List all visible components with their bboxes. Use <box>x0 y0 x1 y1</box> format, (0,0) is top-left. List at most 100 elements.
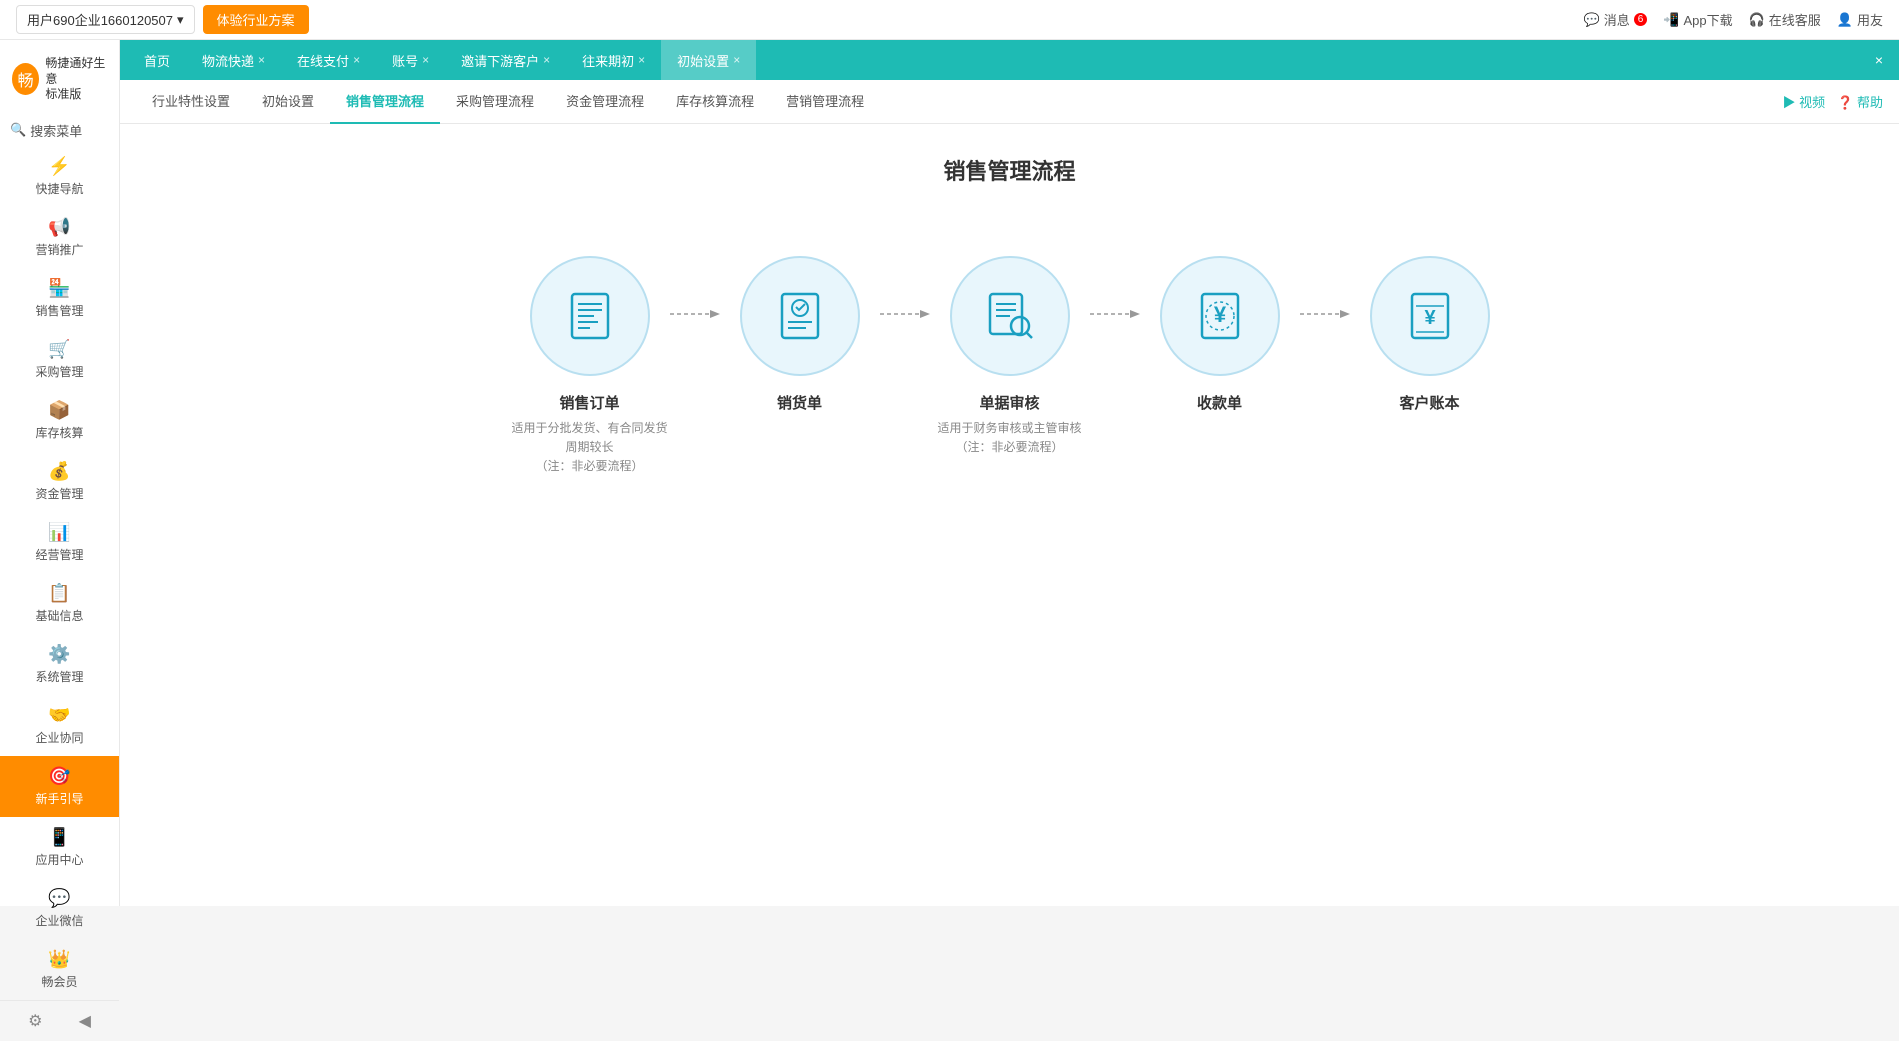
flow-circle-customer-ledger: ¥ <box>1370 256 1490 376</box>
tab-logistics-close[interactable]: × <box>258 53 265 67</box>
sub-tab-sales-flow[interactable]: 销售管理流程 <box>330 80 440 124</box>
logo-text: 畅捷通好生意 标准版 <box>45 56 107 103</box>
sidebar-bottom: ⚙ ◀ <box>0 1000 119 1041</box>
message-icon: 💬 <box>1584 12 1600 28</box>
sidebar-item-label: 系统管理 <box>35 668 83 685</box>
tab-initial-setup-close[interactable]: × <box>733 53 740 67</box>
flow-arrow-4 <box>1300 256 1350 324</box>
flow-label-customer-ledger: 客户账本 <box>1399 392 1459 413</box>
svg-text:¥: ¥ <box>1213 302 1226 327</box>
sidebar-item-enterprise-wechat[interactable]: 💬 企业微信 <box>0 878 119 939</box>
sidebar-item-label: 企业协同 <box>35 729 83 746</box>
flow-desc-document-review: 适用于财务审核或主管审核（注：非必要流程） <box>937 419 1081 457</box>
sidebar-item-newbie-guide[interactable]: 🎯 新手引导 <box>0 756 119 817</box>
tab-account-label: 账号 <box>392 51 418 70</box>
sidebar-item-label: 基础信息 <box>35 607 83 624</box>
tab-logistics[interactable]: 物流快递 × <box>186 40 281 80</box>
sub-tab-industry-settings[interactable]: 行业特性设置 <box>136 80 246 124</box>
flow-item-sales-order[interactable]: 销售订单 适用于分批发货、有合同发货周期较长（注：非必要流程） <box>510 256 670 477</box>
flow-item-document-review[interactable]: 单据审核 适用于财务审核或主管审核（注：非必要流程） <box>930 256 1090 457</box>
sub-tab-capital-flow[interactable]: 资金管理流程 <box>550 80 660 124</box>
sub-tabs: 行业特性设置 初始设置 销售管理流程 采购管理流程 资金管理流程 库存核算流程 … <box>120 80 1899 124</box>
user-selector[interactable]: 用户690企业1660120507 ▾ <box>16 5 195 34</box>
tab-invite-downstream[interactable]: 邀请下游客户 × <box>445 40 566 80</box>
user-avatar-link[interactable]: 👤 用友 <box>1837 10 1883 29</box>
sidebar-logo: 畅 畅捷通好生意 标准版 <box>0 48 119 115</box>
tab-period-init[interactable]: 往来期初 × <box>566 40 661 80</box>
guide-icon: 🎯 <box>48 766 70 787</box>
app-download-link[interactable]: 📲 App下载 <box>1663 10 1732 29</box>
sidebar: 畅 畅捷通好生意 标准版 🔍 搜索菜单 ⚡ 快捷导航 📢 营销推广 🏪 销售管理… <box>0 40 120 906</box>
search-icon: 🔍 <box>10 122 26 138</box>
main-area: 首页 物流快递 × 在线支付 × 账号 × 邀请下游客户 × 往来期初 × <box>120 40 1899 906</box>
play-icon: ▶ <box>1783 95 1796 110</box>
sub-tab-purchase-flow[interactable]: 采购管理流程 <box>440 80 550 124</box>
message-link[interactable]: 💬 消息 6 <box>1584 10 1648 29</box>
finance-icon: 💰 <box>48 461 70 482</box>
download-icon: 📲 <box>1663 12 1679 28</box>
sub-tab-initial-setup[interactable]: 初始设置 <box>246 80 330 124</box>
settings-icon[interactable]: ⚙ <box>28 1011 42 1031</box>
layout: 畅 畅捷通好生意 标准版 🔍 搜索菜单 ⚡ 快捷导航 📢 营销推广 🏪 销售管理… <box>0 40 1899 906</box>
flow-item-receipt[interactable]: ¥ 收款单 <box>1140 256 1300 419</box>
nav-close-all[interactable]: × <box>1867 52 1891 68</box>
sub-tab-marketing-flow[interactable]: 营销管理流程 <box>770 80 880 124</box>
flow-circle-document-review <box>950 256 1070 376</box>
purchase-icon: 🛒 <box>48 339 70 360</box>
sidebar-item-finance-mgmt[interactable]: 💰 资金管理 <box>0 451 119 512</box>
message-label: 消息 <box>1604 10 1630 29</box>
flow-diagram: 销售订单 适用于分批发货、有合同发货周期较长（注：非必要流程） <box>160 236 1859 497</box>
sidebar-item-inventory[interactable]: 📦 库存核算 <box>0 390 119 451</box>
online-service-label: 在线客服 <box>1769 10 1821 29</box>
tab-account-close[interactable]: × <box>422 53 429 67</box>
sidebar-item-operations-mgmt[interactable]: 📊 经营管理 <box>0 512 119 573</box>
tab-online-pay-close[interactable]: × <box>353 53 360 67</box>
tab-account[interactable]: 账号 × <box>376 40 445 80</box>
collapse-icon[interactable]: ◀ <box>79 1011 91 1031</box>
flow-arrow-2 <box>880 256 930 324</box>
sidebar-item-label: 采购管理 <box>35 363 83 380</box>
sidebar-item-sales-mgmt[interactable]: 🏪 销售管理 <box>0 268 119 329</box>
flow-label-sales-order: 销售订单 <box>559 392 619 413</box>
tab-invite-close[interactable]: × <box>543 53 550 67</box>
sidebar-item-app-center[interactable]: 📱 应用中心 <box>0 817 119 878</box>
sidebar-item-purchase-mgmt[interactable]: 🛒 采购管理 <box>0 329 119 390</box>
help-link[interactable]: ❓ 帮助 <box>1837 92 1883 111</box>
operations-icon: 📊 <box>48 522 70 543</box>
video-link[interactable]: ▶ 视频 <box>1783 92 1826 111</box>
sub-tab-inventory-flow[interactable]: 库存核算流程 <box>660 80 770 124</box>
app-center-icon: 📱 <box>48 827 70 848</box>
flow-item-sales-invoice[interactable]: 销货单 <box>720 256 880 419</box>
tab-period-close[interactable]: × <box>638 53 645 67</box>
sidebar-item-system-mgmt[interactable]: ⚙️ 系统管理 <box>0 634 119 695</box>
sidebar-item-quick-nav[interactable]: ⚡ 快捷导航 <box>0 146 119 207</box>
sidebar-item-label: 销售管理 <box>35 302 83 319</box>
sidebar-item-vip-member[interactable]: 👑 畅会员 <box>0 939 119 1000</box>
tab-online-pay-label: 在线支付 <box>297 51 349 70</box>
search-menu[interactable]: 🔍 搜索菜单 <box>0 115 119 146</box>
tab-initial-setup[interactable]: 初始设置 × <box>661 40 756 80</box>
flow-circle-sales-invoice <box>740 256 860 376</box>
user-selector-text: 用户690企业1660120507 <box>27 10 173 29</box>
sidebar-item-label: 企业微信 <box>35 912 83 929</box>
sales-icon: 🏪 <box>48 278 70 299</box>
tab-logistics-label: 物流快递 <box>202 51 254 70</box>
flow-label-document-review: 单据审核 <box>979 392 1039 413</box>
tab-home[interactable]: 首页 <box>128 40 186 80</box>
app-download-label: App下载 <box>1683 10 1732 29</box>
sidebar-item-marketing-promo[interactable]: 📢 营销推广 <box>0 207 119 268</box>
flow-arrow-1 <box>670 256 720 324</box>
collab-icon: 🤝 <box>48 705 70 726</box>
flow-item-customer-ledger[interactable]: ¥ 客户账本 <box>1350 256 1510 419</box>
flow-arrow-3 <box>1090 256 1140 324</box>
marketing-icon: 📢 <box>48 217 70 238</box>
page-title: 销售管理流程 <box>160 154 1859 186</box>
sidebar-item-enterprise-collab[interactable]: 🤝 企业协同 <box>0 695 119 756</box>
flow-label-sales-invoice: 销货单 <box>777 392 822 413</box>
chevron-down-icon: ▾ <box>177 12 184 28</box>
online-service-link[interactable]: 🎧 在线客服 <box>1749 10 1821 29</box>
trial-button[interactable]: 体验行业方案 <box>203 5 309 34</box>
tab-online-pay[interactable]: 在线支付 × <box>281 40 376 80</box>
user-name-label: 用友 <box>1857 10 1883 29</box>
sidebar-item-basic-info[interactable]: 📋 基础信息 <box>0 573 119 634</box>
